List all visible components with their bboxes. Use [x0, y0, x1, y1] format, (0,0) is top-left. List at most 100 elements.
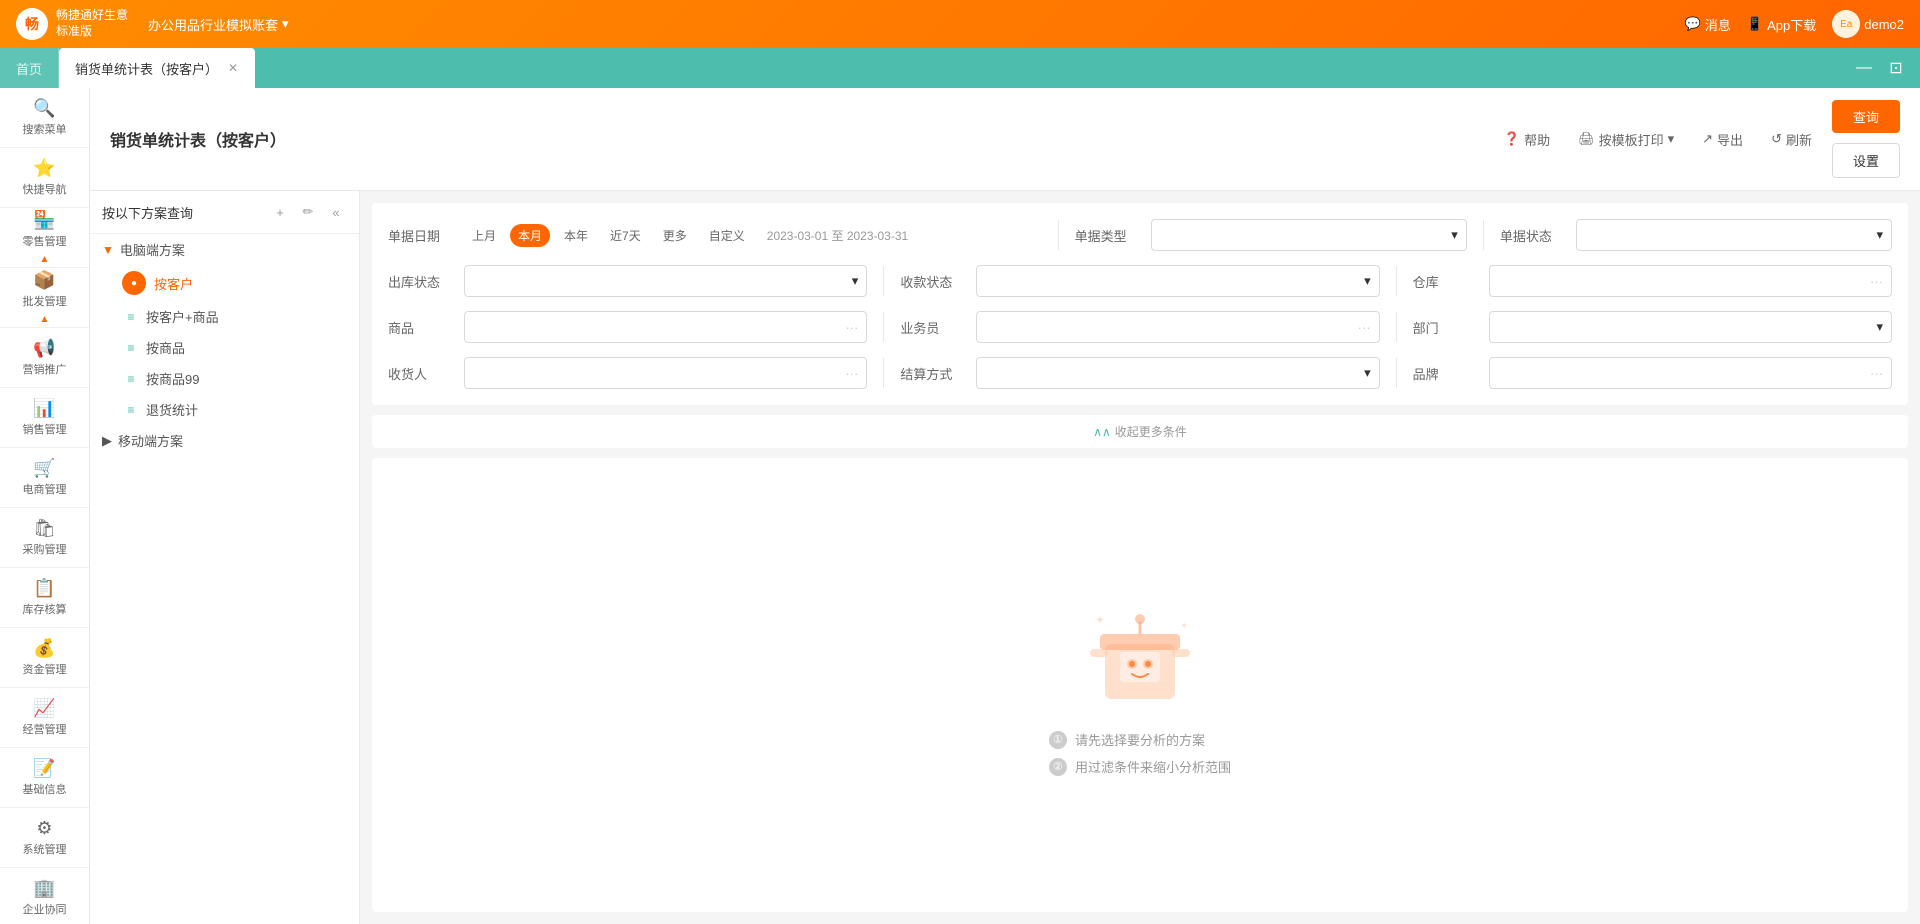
- setup-button[interactable]: 设置: [1832, 143, 1900, 178]
- template-print-button[interactable]: 🖨 按模板打印 ▾: [1570, 126, 1682, 153]
- mobile-section-header[interactable]: ▶ 移动端方案: [90, 425, 359, 456]
- receiver-select[interactable]: ···: [464, 357, 867, 389]
- tab-collapse-button[interactable]: —: [1852, 56, 1876, 80]
- sidebar-item-purchase[interactable]: 🛍 采购管理: [0, 508, 89, 568]
- logo-line1: 畅捷通好生意: [56, 8, 128, 24]
- filter-row-3: 商品 ··· 业务员 ···: [388, 311, 1892, 343]
- sidebar-item-system[interactable]: ⚙ 系统管理: [0, 808, 89, 868]
- sidebar-purchase-label: 采购管理: [23, 543, 67, 557]
- scheme-by-goods99[interactable]: ≡ 按商品99: [110, 363, 359, 394]
- date-tab-custom[interactable]: 自定义: [701, 224, 753, 247]
- sidebar-operations-label: 经营管理: [23, 723, 67, 737]
- query-button[interactable]: 查询: [1832, 100, 1900, 133]
- edit-scheme-button[interactable]: ✏: [297, 201, 319, 223]
- filter-payment-status: 收款状态 ▾: [900, 265, 1379, 297]
- scheme-by-goods[interactable]: ≡ 按商品: [110, 332, 359, 363]
- sidebar-item-sales[interactable]: 📊 销售管理: [0, 388, 89, 448]
- content-area: 销货单统计表（按客户） ❓ 帮助 🖨 按模板打印 ▾ ↗ 导出 ↺ 刷新: [90, 88, 1920, 924]
- export-icon: ↗: [1702, 131, 1713, 147]
- retail-icon: 🏪: [33, 210, 55, 231]
- divider-7: [883, 358, 884, 388]
- filter-panel: 单据日期 上月 本月 本年 近7天 更多 自定义 2023-03-01 至 20…: [372, 203, 1908, 405]
- payment-status-select[interactable]: ▾: [976, 265, 1379, 297]
- order-type-chevron: ▾: [1451, 227, 1458, 243]
- divider-3: [883, 266, 884, 296]
- sidebar-enterprise-label: 企业协同: [23, 903, 67, 917]
- collapse-panel-button[interactable]: «: [325, 201, 347, 223]
- scheme-icon-2: ≡: [122, 339, 140, 357]
- refresh-button[interactable]: ↺ 刷新: [1763, 126, 1820, 153]
- sidebar-item-search[interactable]: 🔍 搜索菜单: [0, 88, 89, 148]
- expand-icon: ▼: [102, 243, 114, 257]
- settlement-select[interactable]: ▾: [976, 357, 1379, 389]
- inventory-icon: 📋: [33, 578, 55, 599]
- filter-salesman: 业务员 ···: [900, 311, 1379, 343]
- sidebar-item-wholesale[interactable]: 📦 批发管理 ▲: [0, 268, 89, 328]
- user-menu[interactable]: Ea demo2: [1832, 10, 1904, 38]
- export-label: 导出: [1717, 130, 1743, 149]
- filter-receiver: 收货人 ···: [388, 357, 867, 389]
- tab-sales-stat[interactable]: 销货单统计表（按客户） ✕: [59, 48, 255, 88]
- page-title: 销货单统计表（按客户）: [110, 127, 286, 151]
- salesman-dots: ···: [1358, 320, 1371, 335]
- divider-2: [1483, 220, 1484, 250]
- wholesale-arrow: ▲: [40, 314, 50, 325]
- help-button[interactable]: ❓ 帮助: [1496, 126, 1558, 153]
- stock-status-chevron: ▾: [852, 273, 859, 289]
- tab-close-icon[interactable]: ✕: [228, 61, 238, 75]
- pc-section-header[interactable]: ▼ 电脑端方案: [90, 234, 359, 265]
- refresh-icon: ↺: [1771, 131, 1782, 147]
- date-tab-lastmonth[interactable]: 上月: [464, 224, 504, 247]
- scheme-goods-label: 按商品: [146, 338, 185, 357]
- scheme-return-stat[interactable]: ≡ 退货统计: [110, 394, 359, 425]
- filter-row-2: 出库状态 ▾ 收款状态: [388, 265, 1892, 297]
- app-download-button[interactable]: 📱 App下载: [1747, 15, 1816, 34]
- collapse-label: 收起更多条件: [1115, 423, 1187, 440]
- payment-status-chevron: ▾: [1364, 273, 1371, 289]
- brand-select[interactable]: ···: [1489, 357, 1892, 389]
- salesman-select[interactable]: ···: [976, 311, 1379, 343]
- sidebar-item-quicknav[interactable]: ⭐ 快捷导航: [0, 148, 89, 208]
- ecommerce-icon: 🛒: [33, 458, 55, 479]
- download-icon: 📱: [1747, 16, 1763, 32]
- add-scheme-button[interactable]: +: [269, 201, 291, 223]
- scheme-by-customer-goods[interactable]: ≡ 按客户+商品: [110, 301, 359, 332]
- filter-order-type: 单据类型 ▾: [1075, 219, 1467, 251]
- app-selector[interactable]: 办公用品行业模拟账套 ▾: [140, 11, 297, 38]
- sidebar-item-operations[interactable]: 📈 经营管理: [0, 688, 89, 748]
- empty-tip-2: ② 用过滤条件来缩小分析范围: [1049, 757, 1231, 776]
- stock-status-select[interactable]: ▾: [464, 265, 867, 297]
- tab-expand-button[interactable]: ⊡: [1884, 56, 1908, 80]
- sales-icon: 📊: [33, 398, 55, 419]
- order-status-select[interactable]: ▾: [1576, 219, 1892, 251]
- date-tab-thismonth[interactable]: 本月: [510, 224, 550, 247]
- department-select[interactable]: ▾: [1489, 311, 1892, 343]
- purchase-icon: 🛍: [33, 518, 56, 539]
- sidebar-item-ecommerce[interactable]: 🛒 电商管理: [0, 448, 89, 508]
- scheme-by-customer[interactable]: ● 按客户: [110, 265, 359, 301]
- tip-num-1: ①: [1049, 731, 1067, 749]
- date-label: 单据日期: [388, 226, 448, 245]
- order-type-select[interactable]: ▾: [1151, 219, 1467, 251]
- collapse-bar[interactable]: ∧∧ 收起更多条件: [372, 415, 1908, 448]
- tab-home[interactable]: 首页: [0, 48, 59, 88]
- date-tab-7days[interactable]: 近7天: [602, 224, 649, 247]
- goods-select[interactable]: ···: [464, 311, 867, 343]
- sidebar-item-inventory[interactable]: 📋 库存核算: [0, 568, 89, 628]
- sidebar-item-enterprise[interactable]: 🏢 企业协同: [0, 868, 89, 924]
- sidebar-item-basicinfo[interactable]: 📝 基础信息: [0, 748, 89, 808]
- sidebar-item-retail[interactable]: 🏪 零售管理 ▲: [0, 208, 89, 268]
- left-panel-header: 按以下方案查询 + ✏ «: [90, 191, 359, 234]
- sidebar-item-finance[interactable]: 💰 资金管理: [0, 628, 89, 688]
- filter-date: 单据日期 上月 本月 本年 近7天 更多 自定义 2023-03-01 至 20…: [388, 224, 1042, 247]
- date-tab-more[interactable]: 更多: [655, 224, 695, 247]
- message-icon: 💬: [1685, 16, 1701, 32]
- sidebar-item-marketing[interactable]: 📢 营销推广: [0, 328, 89, 388]
- warehouse-select[interactable]: ···: [1489, 265, 1892, 297]
- svg-text:✦: ✦: [1180, 621, 1188, 632]
- star-icon: ⭐: [33, 158, 55, 179]
- top-bar-left: 畅 畅捷通好生意 标准版 办公用品行业模拟账套 ▾: [16, 8, 297, 40]
- date-tab-thisyear[interactable]: 本年: [556, 224, 596, 247]
- export-button[interactable]: ↗ 导出: [1694, 126, 1751, 153]
- messages-button[interactable]: 💬 消息: [1685, 15, 1731, 34]
